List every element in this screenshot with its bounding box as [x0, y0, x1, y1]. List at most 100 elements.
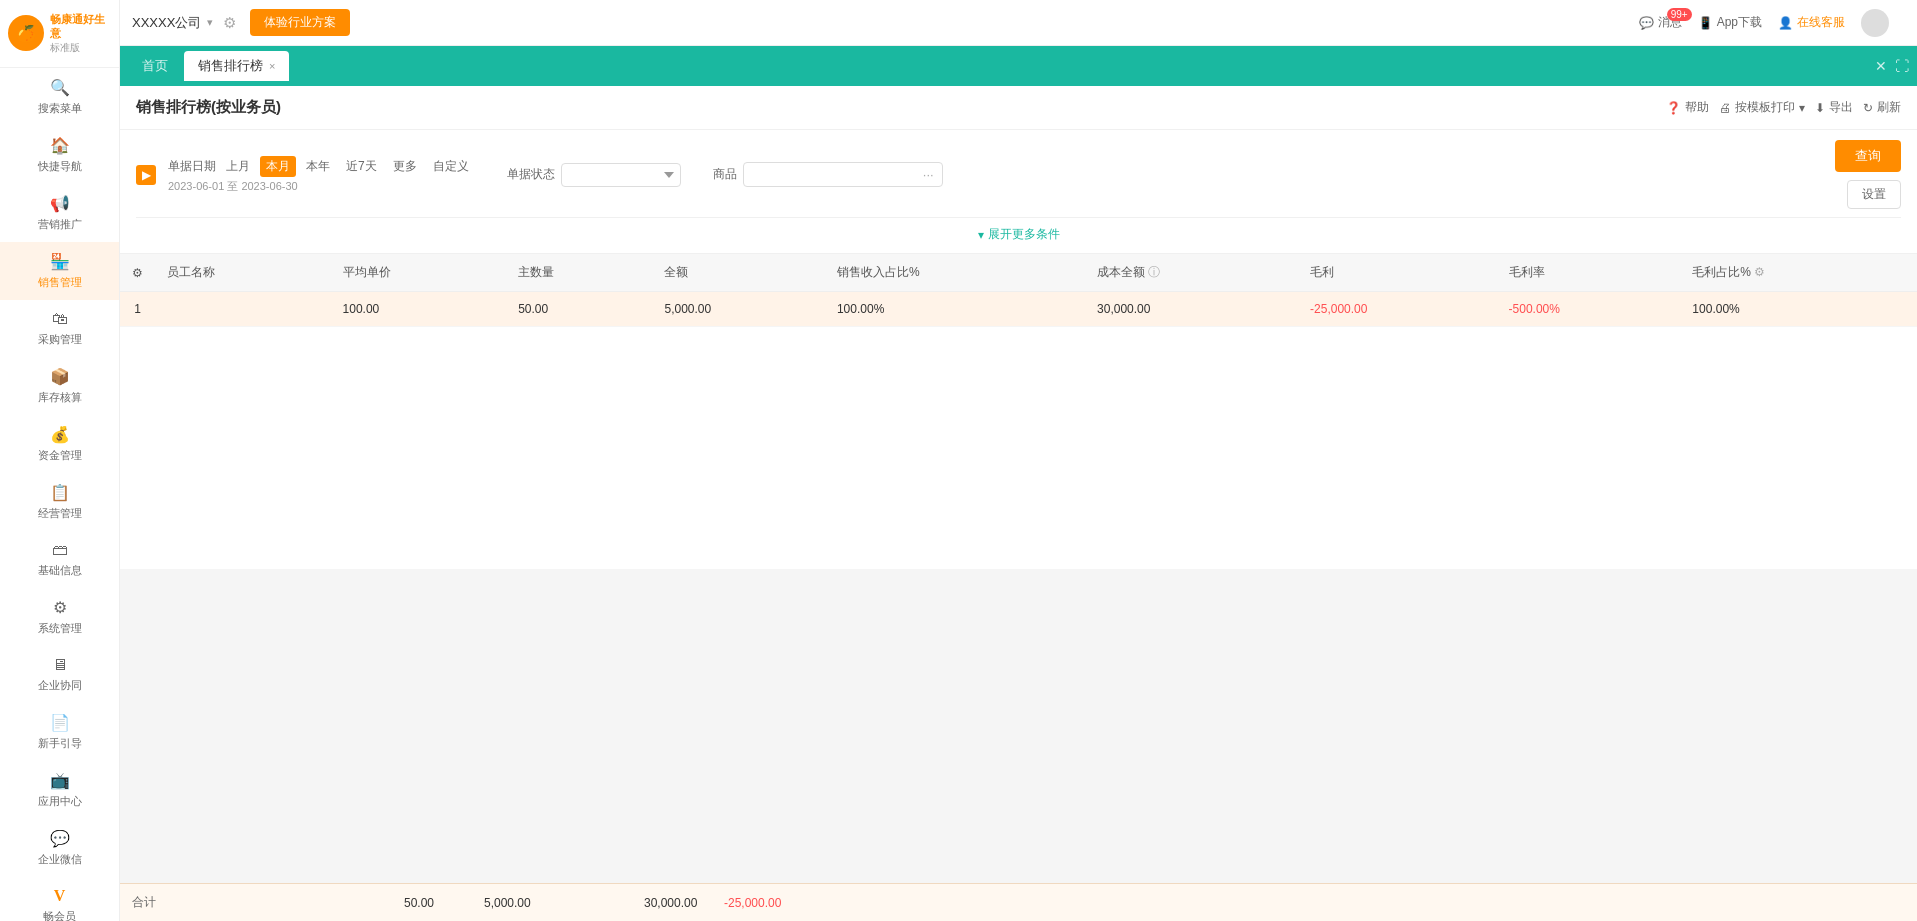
date-btn-last-month[interactable]: 上月: [220, 156, 256, 177]
table-header-row: ⚙ 员工名称 平均单价 主数量 全额 销售收入占比% 成本全额 ⓘ 毛利 毛利率: [120, 254, 1917, 292]
footer-gross: -25,000.00: [712, 896, 793, 910]
online-service-button[interactable]: 👤 在线客服: [1778, 14, 1845, 31]
sidebar-item-system[interactable]: ⚙ 系统管理: [0, 588, 119, 646]
sidebar-item-label: 经营管理: [38, 506, 82, 521]
help-label: 帮助: [1685, 99, 1709, 116]
sidebar-item-label: 快捷导航: [38, 159, 82, 174]
wechat-icon: 💬: [50, 829, 70, 848]
date-filter-field: 单据日期 上月 本月 本年 近7天 更多 自定义 2023-06-01 至 20…: [168, 156, 475, 194]
th-settings: ⚙: [120, 254, 155, 292]
data-table: ⚙ 员工名称 平均单价 主数量 全额 销售收入占比% 成本全额 ⓘ 毛利 毛利率: [120, 254, 1917, 327]
date-btn-this-month[interactable]: 本月: [260, 156, 296, 177]
sidebar-item-apps[interactable]: 📺 应用中心: [0, 761, 119, 819]
sidebar-item-collab[interactable]: 🖥 企业协同: [0, 646, 119, 703]
sidebar: 🍊 畅康通好生意 标准版 🔍 搜索菜单 🏠 快捷导航 📢 营销推广 🏪 销售管理…: [0, 0, 120, 921]
sidebar-item-purchase[interactable]: 🛍 采购管理: [0, 300, 119, 357]
th-avg-price: 平均单价: [331, 254, 507, 292]
sidebar-item-label: 基础信息: [38, 563, 82, 578]
sidebar-item-label: 采购管理: [38, 332, 82, 347]
date-btn-custom[interactable]: 自定义: [427, 156, 475, 177]
status-filter-label: 单据状态: [507, 166, 555, 183]
sidebar-item-finance[interactable]: 💰 资金管理: [0, 415, 119, 473]
cell-rank: 1: [120, 292, 155, 327]
export-button[interactable]: ⬇ 导出: [1815, 99, 1853, 116]
footer-qty: 50.00: [392, 896, 472, 910]
app-icon: 📱: [1698, 16, 1713, 30]
filter-row: ▶ 单据日期 上月 本月 本年 近7天 更多 自定义: [136, 140, 1901, 209]
gross-pct-help-icon[interactable]: ⚙: [1754, 265, 1765, 279]
cell-sales-pct: 100.00%: [825, 292, 1085, 327]
cell-amount: 5,000.00: [652, 292, 824, 327]
sidebar-item-inventory[interactable]: 📦 库存核算: [0, 357, 119, 415]
basic-info-icon: 🗃: [52, 541, 68, 559]
page-actions: ❓ 帮助 🖨 按模板打印 ▾ ⬇ 导出 ↻ 刷新: [1666, 99, 1901, 116]
topbar-gear-icon[interactable]: ⚙: [223, 14, 236, 32]
company-selector[interactable]: XXXXX公司 ▾: [132, 14, 213, 32]
trial-button[interactable]: 体验行业方案: [250, 9, 350, 36]
expand-more-button[interactable]: ▾ 展开更多条件: [136, 226, 1901, 243]
sidebar-item-member[interactable]: V 畅会员: [0, 877, 119, 921]
tab-sales-ranking[interactable]: 销售排行榜 ×: [184, 51, 289, 81]
page-title: 销售排行榜(按业务员): [136, 98, 281, 117]
app-download-button[interactable]: 📱 App下载: [1698, 14, 1762, 31]
query-button[interactable]: 查询: [1835, 140, 1901, 172]
settings-button[interactable]: 设置: [1847, 180, 1901, 209]
help-icon: ❓: [1666, 101, 1681, 115]
tab-home-label: 首页: [142, 57, 168, 75]
sidebar-item-label: 企业微信: [38, 852, 82, 867]
date-btn-more[interactable]: 更多: [387, 156, 423, 177]
system-icon: ⚙: [53, 598, 67, 617]
sidebar-item-nav[interactable]: 🏠 快捷导航: [0, 126, 119, 184]
home-icon: 🏠: [50, 136, 70, 155]
message-button[interactable]: 💬 消息 99+: [1639, 14, 1682, 31]
print-label: 按模板打印: [1735, 99, 1795, 116]
company-name: XXXXX公司: [132, 14, 201, 32]
date-range-display: 2023-06-01 至 2023-06-30: [168, 179, 475, 194]
tab-close-icon[interactable]: ×: [269, 60, 275, 72]
cell-avg-price: 100.00: [331, 292, 507, 327]
status-select[interactable]: [561, 163, 681, 187]
cost-help-icon[interactable]: ⓘ: [1148, 265, 1160, 279]
print-button[interactable]: 🖨 按模板打印 ▾: [1719, 99, 1805, 116]
sidebar-item-search[interactable]: 🔍 搜索菜单: [0, 68, 119, 126]
sidebar-item-label: 营销推广: [38, 217, 82, 232]
refresh-label: 刷新: [1877, 99, 1901, 116]
table-container: ⚙ 员工名称 平均单价 主数量 全额 销售收入占比% 成本全额 ⓘ 毛利 毛利率: [120, 254, 1917, 569]
window-close-icon[interactable]: ✕: [1875, 58, 1887, 74]
app-version: 标准版: [50, 41, 111, 55]
content-area: 销售排行榜(按业务员) ❓ 帮助 🖨 按模板打印 ▾ ⬇ 导出 ↻ 刷新: [120, 86, 1917, 921]
sidebar-item-guide[interactable]: 📄 新手引导: [0, 703, 119, 761]
sidebar-item-wechat[interactable]: 💬 企业微信: [0, 819, 119, 877]
collab-icon: 🖥: [52, 656, 68, 674]
search-icon: 🔍: [50, 78, 70, 97]
goods-more-icon[interactable]: ···: [923, 167, 934, 182]
filter-collapse-toggle[interactable]: ▶: [136, 165, 156, 185]
date-btn-7days[interactable]: 近7天: [340, 156, 383, 177]
logo: 🍊 畅康通好生意 标准版: [0, 0, 119, 68]
main-area: XXXXX公司 ▾ ⚙ 体验行业方案 💬 消息 99+ 📱 App下载 👤 在线…: [120, 0, 1917, 921]
expand-label: 展开更多条件: [988, 226, 1060, 243]
date-buttons: 上月 本月 本年 近7天 更多 自定义: [220, 156, 475, 177]
sidebar-item-sales[interactable]: 🏪 销售管理: [0, 242, 119, 300]
help-button[interactable]: ❓ 帮助: [1666, 99, 1709, 116]
th-cost: 成本全额 ⓘ: [1085, 254, 1298, 292]
operations-icon: 📋: [50, 483, 70, 502]
sidebar-item-marketing[interactable]: 📢 营销推广: [0, 184, 119, 242]
cell-gross-pct: 100.00%: [1680, 292, 1917, 327]
th-name: 员工名称: [155, 254, 331, 292]
sidebar-item-basic-info[interactable]: 🗃 基础信息: [0, 531, 119, 588]
export-icon: ⬇: [1815, 101, 1825, 115]
table-settings-icon[interactable]: ⚙: [132, 266, 143, 280]
tab-home[interactable]: 首页: [128, 51, 182, 81]
sidebar-item-operations[interactable]: 📋 经营管理: [0, 473, 119, 531]
marketing-icon: 📢: [50, 194, 70, 213]
message-icon: 💬: [1639, 16, 1654, 30]
user-avatar[interactable]: [1861, 9, 1889, 37]
refresh-button[interactable]: ↻ 刷新: [1863, 99, 1901, 116]
inventory-icon: 📦: [50, 367, 70, 386]
date-btn-this-year[interactable]: 本年: [300, 156, 336, 177]
window-fullscreen-icon[interactable]: ⛶: [1895, 58, 1909, 74]
sidebar-item-label: 库存核算: [38, 390, 82, 405]
sidebar-item-label: 畅会员: [43, 909, 76, 921]
table-row: 1 100.00 50.00 5,000.00 100.00% 30,000.0…: [120, 292, 1917, 327]
